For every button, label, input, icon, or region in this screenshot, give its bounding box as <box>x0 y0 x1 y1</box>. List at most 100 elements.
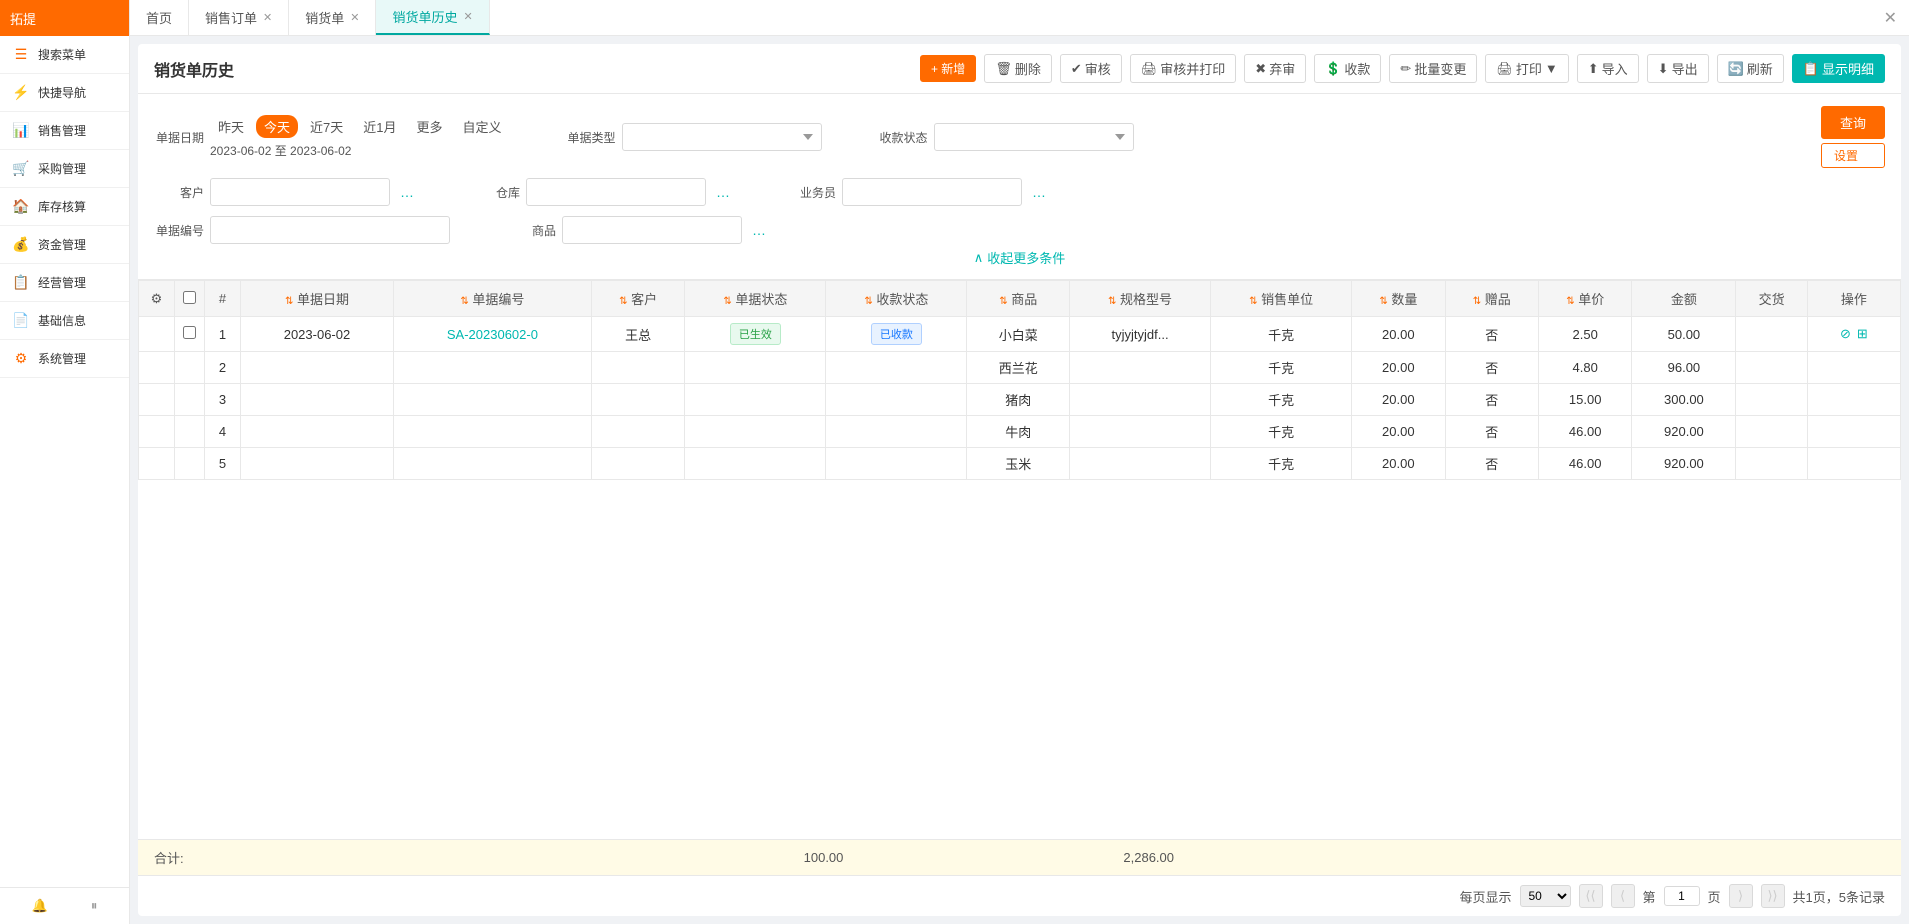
sidebar-logo: 拓提 <box>0 0 129 36</box>
collect-button[interactable]: 💲 收款 <box>1314 54 1381 83</box>
sidebar-item-inventory[interactable]: 🏠 库存核算 <box>0 188 129 226</box>
row-docno-td[interactable] <box>393 448 591 480</box>
goods-input[interactable] <box>562 216 742 244</box>
date-chip-more[interactable]: 更多 <box>409 115 451 138</box>
page-input[interactable] <box>1664 886 1700 906</box>
customer-label: 客户 <box>154 184 204 201</box>
import-button[interactable]: ⬆ 导入 <box>1577 54 1639 83</box>
sidebar-item-ops-mgmt[interactable]: 📋 经营管理 <box>0 264 129 302</box>
sidebar-bottom-icon2[interactable]: ⏸ <box>91 898 98 914</box>
col-settings-th[interactable]: ⚙ <box>139 281 175 317</box>
delete-button[interactable]: 🗑 删除 <box>984 54 1052 83</box>
show-detail-button[interactable]: 📋 显示明细 <box>1792 54 1885 83</box>
warehouse-dots-btn[interactable]: … <box>716 184 730 200</box>
payment-status-select[interactable] <box>934 123 1134 151</box>
row-action-td <box>1807 448 1900 480</box>
col-date-th[interactable]: ⇅ 单据日期 <box>241 281 394 317</box>
date-chip-today[interactable]: 今天 <box>256 115 298 138</box>
row-docno-td[interactable] <box>393 384 591 416</box>
batch-change-button[interactable]: ✏ 批量变更 <box>1389 54 1477 83</box>
sidebar-bottom: 🔔 ⏸ <box>0 887 129 924</box>
print-button[interactable]: 🖨 打印 ▼ <box>1485 54 1568 83</box>
tab-sales-history-close[interactable]: ✕ <box>464 10 473 23</box>
table-row: 12023-06-02SA-20230602-0王总已生效已收款小白菜tyjyj… <box>139 317 1901 352</box>
sidebar-item-basic-info[interactable]: 📄 基础信息 <box>0 302 129 340</box>
goods-dots-btn[interactable]: … <box>752 222 766 238</box>
review-icon: ✔ <box>1071 61 1082 77</box>
docno-input[interactable] <box>210 216 450 244</box>
footer-label: 合计: <box>154 848 184 867</box>
edit-action[interactable]: ⊘ <box>1840 326 1851 341</box>
col-gift-th[interactable]: ⇅ 赠品 <box>1445 281 1538 317</box>
review-button[interactable]: ✔ 审核 <box>1060 54 1122 83</box>
customer-input[interactable] <box>210 178 390 206</box>
date-chip-7days[interactable]: 近7天 <box>302 115 351 138</box>
salesperson-input[interactable] <box>842 178 1022 206</box>
sidebar-bottom-icon1[interactable]: 🔔 <box>32 898 48 914</box>
row-checkbox[interactable] <box>183 326 196 339</box>
date-chip-1month[interactable]: 近1月 <box>355 115 404 138</box>
query-button[interactable]: 查询 <box>1821 106 1885 139</box>
col-unit-price-th[interactable]: ⇅ 单价 <box>1538 281 1631 317</box>
row-docno-td[interactable]: SA-20230602-0 <box>393 317 591 352</box>
tab-close-all[interactable]: ✕ <box>1872 8 1909 28</box>
payment-status-label: 收款状态 <box>878 129 928 146</box>
toolbar: + 新增 🗑 删除 ✔ 审核 🖨 审核并打印 ✖ 弃审 <box>920 54 1885 83</box>
abandon-button[interactable]: ✖ 弃审 <box>1244 54 1306 83</box>
col-docno-th[interactable]: ⇅ 单据编号 <box>393 281 591 317</box>
total-records: 共1页，5条记录 <box>1793 887 1885 906</box>
sidebar-item-finance-mgmt[interactable]: 💰 资金管理 <box>0 226 129 264</box>
sidebar-item-search-menu[interactable]: ☰ 搜索菜单 <box>0 36 129 74</box>
prev-page-button[interactable]: ⟨ <box>1611 884 1635 908</box>
collapse-button[interactable]: ∧ 收起更多条件 <box>154 248 1885 267</box>
row-gift-td: 否 <box>1445 448 1538 480</box>
tab-home-label: 首页 <box>146 8 172 27</box>
inventory-icon: 🏠 <box>12 198 30 215</box>
tab-sales-history[interactable]: 销货单历史 ✕ <box>376 0 489 35</box>
new-button[interactable]: + 新增 <box>920 55 976 82</box>
sidebar-item-sales-mgmt[interactable]: 📊 销售管理 <box>0 112 129 150</box>
row-docno-td[interactable] <box>393 352 591 384</box>
print-dropdown-icon: ▼ <box>1545 61 1558 76</box>
col-goods-th[interactable]: ⇅ 商品 <box>967 281 1070 317</box>
tab-sales-order[interactable]: 销售订单 ✕ <box>189 0 289 35</box>
next-page-button[interactable]: ⟩ <box>1729 884 1753 908</box>
refresh-button[interactable]: 🔄 刷新 <box>1717 54 1784 83</box>
col-customer-th[interactable]: ⇅ 客户 <box>591 281 684 317</box>
row-docno-td[interactable] <box>393 416 591 448</box>
settings-button[interactable]: 设置 <box>1821 143 1885 168</box>
warehouse-input[interactable] <box>526 178 706 206</box>
row-spec-td <box>1070 416 1211 448</box>
sidebar-item-quick-nav[interactable]: ⚡ 快捷导航 <box>0 74 129 112</box>
export-button[interactable]: ⬇ 导出 <box>1647 54 1709 83</box>
first-page-button[interactable]: ⟨⟨ <box>1579 884 1603 908</box>
review-print-icon: 🖨 <box>1141 61 1158 77</box>
tab-sales-order-close[interactable]: ✕ <box>263 11 272 24</box>
date-chip-custom[interactable]: 自定义 <box>455 115 510 138</box>
tab-sales-goods-close[interactable]: ✕ <box>350 11 359 24</box>
tab-sales-goods[interactable]: 销货单 ✕ <box>289 0 376 35</box>
col-unit-th[interactable]: ⇅ 销售单位 <box>1211 281 1352 317</box>
doc-type-select[interactable] <box>622 123 822 151</box>
delete-icon: 🗑 <box>995 61 1012 77</box>
last-page-button[interactable]: ⟩⟩ <box>1761 884 1785 908</box>
salesperson-dots-btn[interactable]: … <box>1032 184 1046 200</box>
date-chip-yesterday[interactable]: 昨天 <box>210 115 252 138</box>
col-payment-status-th[interactable]: ⇅ 收款状态 <box>826 281 967 317</box>
row-payment-status-td <box>826 416 967 448</box>
select-all-checkbox[interactable] <box>183 291 196 304</box>
sidebar-item-purchase-mgmt[interactable]: 🛒 采购管理 <box>0 150 129 188</box>
col-qty-th[interactable]: ⇅ 数量 <box>1352 281 1445 317</box>
customer-dots-btn[interactable]: … <box>400 184 414 200</box>
table-row: 3猪肉千克20.00否15.00300.00 <box>139 384 1901 416</box>
more-action[interactable]: ⊞ <box>1857 326 1868 341</box>
review-print-button[interactable]: 🖨 审核并打印 <box>1130 54 1237 83</box>
sidebar-item-sys-mgmt[interactable]: ⚙ 系统管理 <box>0 340 129 378</box>
per-page-select[interactable]: 50 100 200 <box>1520 885 1571 907</box>
col-doc-status-th[interactable]: ⇅ 单据状态 <box>685 281 826 317</box>
collect-icon: 💲 <box>1325 61 1341 77</box>
col-spec-th[interactable]: ⇅ 规格型号 <box>1070 281 1211 317</box>
row-gift-td: 否 <box>1445 416 1538 448</box>
tab-home[interactable]: 首页 <box>130 0 189 35</box>
filter-row-1: 单据日期 昨天 今天 近7天 近1月 更多 自定义 2023-06-02 至 2… <box>154 106 1885 168</box>
